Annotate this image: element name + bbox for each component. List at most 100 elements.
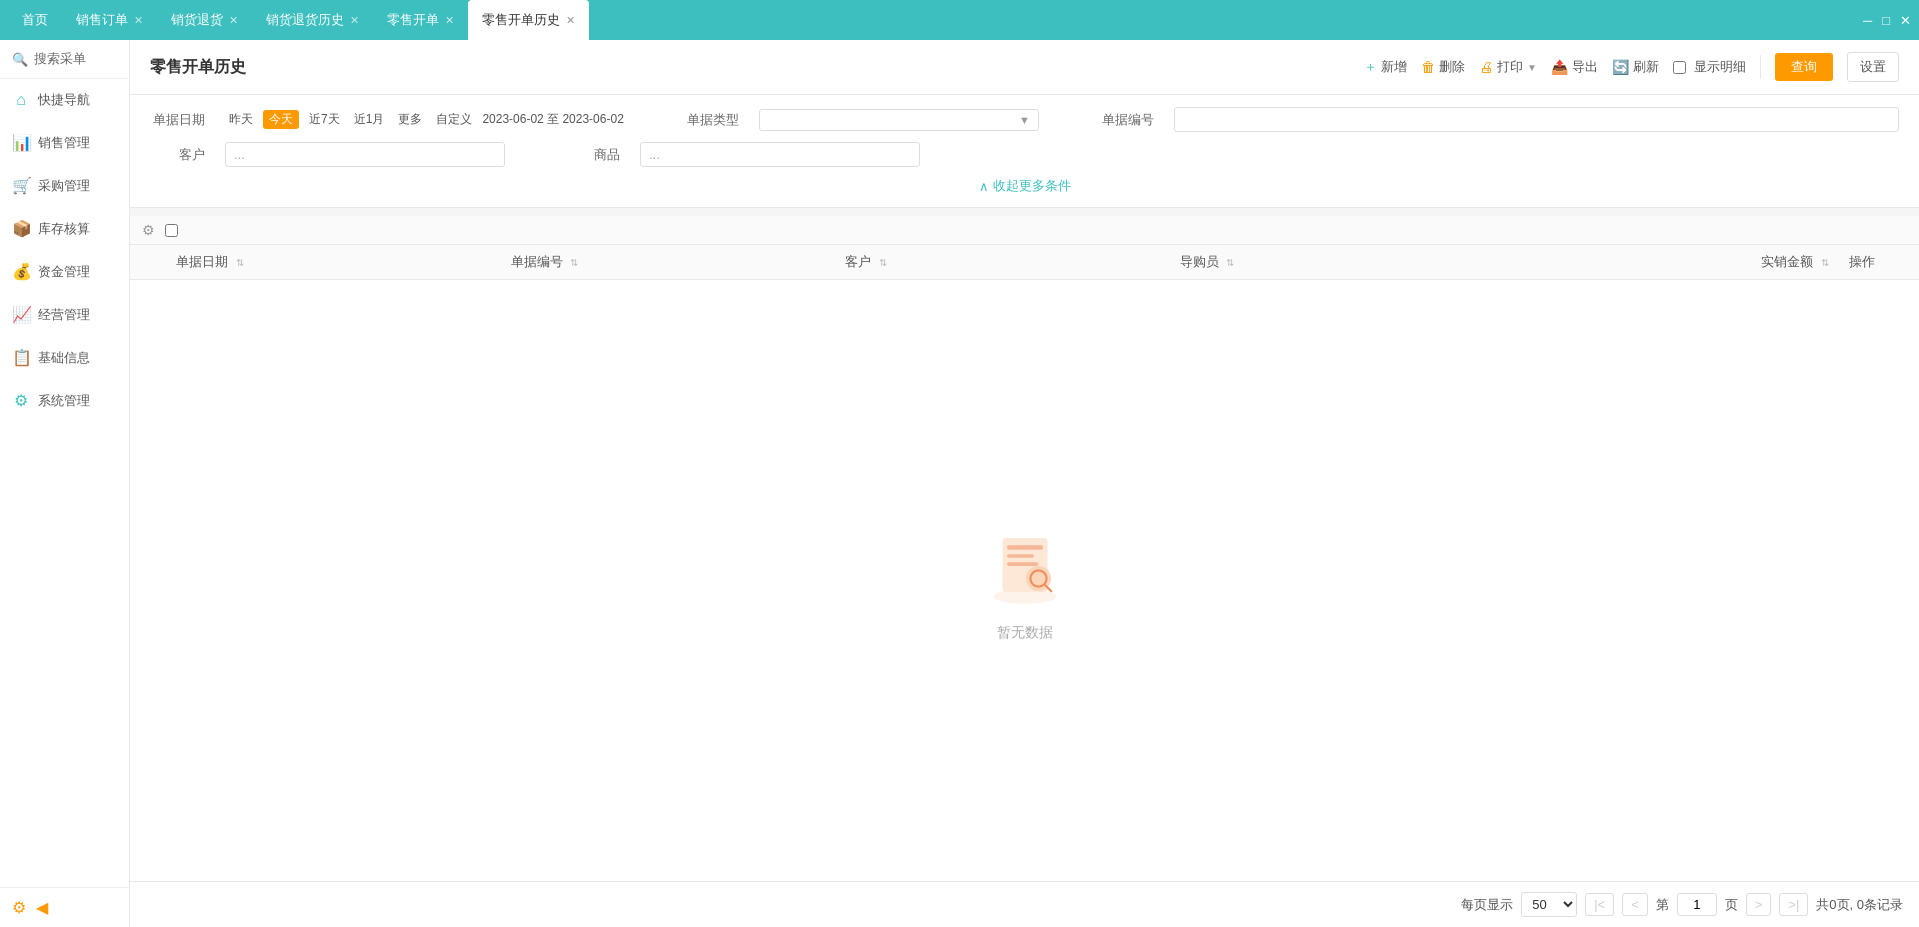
- tab-home-label: 首页: [22, 11, 48, 29]
- th-amount-label: 实销金额: [1761, 254, 1813, 269]
- date-opt-today[interactable]: 今天: [263, 110, 299, 129]
- minimize-button[interactable]: ─: [1863, 13, 1872, 28]
- page-number-input[interactable]: [1677, 893, 1717, 916]
- th-amount-sort-icon[interactable]: ⇅: [1821, 257, 1829, 268]
- search-icon: 🔍: [12, 52, 28, 67]
- date-opt-yesterday[interactable]: 昨天: [225, 110, 257, 129]
- tab-sales-return-history-close[interactable]: ✕: [350, 14, 359, 27]
- sidebar-search[interactable]: 🔍 搜索采单: [0, 40, 129, 79]
- tab-retail-history-close[interactable]: ✕: [566, 14, 575, 27]
- last-page-button[interactable]: >|: [1779, 893, 1808, 916]
- bill-type-arrow-icon: ▼: [1019, 114, 1030, 126]
- page-word: 页: [1725, 896, 1738, 914]
- prev-page-button[interactable]: <: [1622, 893, 1648, 916]
- sidebar-item-quick-nav[interactable]: ⌂ 快捷导航: [0, 79, 129, 121]
- refresh-icon: 🔄: [1612, 59, 1629, 75]
- date-opt-last-month[interactable]: 近1月: [350, 110, 389, 129]
- th-guide: 导购员 ⇅: [1170, 245, 1505, 280]
- add-label: 新增: [1381, 58, 1407, 76]
- bill-type-select[interactable]: ▼: [759, 109, 1039, 131]
- svg-rect-4: [1007, 562, 1039, 566]
- print-icon: 🖨: [1479, 59, 1493, 75]
- purchase-icon: 🛒: [12, 176, 30, 195]
- system-icon: ⚙: [12, 391, 30, 410]
- tab-retail-history[interactable]: 零售开单历史 ✕: [468, 0, 589, 40]
- th-customer-sort-icon[interactable]: ⇅: [879, 257, 887, 268]
- tab-sales-return[interactable]: 销货退货 ✕: [157, 0, 252, 40]
- tab-sales-return-history-label: 销货退货历史: [266, 11, 344, 29]
- collapse-up-icon: ∧: [979, 179, 989, 194]
- th-date-sort-icon[interactable]: ⇅: [236, 257, 244, 268]
- per-page-select[interactable]: 10 20 50 100: [1521, 892, 1577, 917]
- print-button[interactable]: 🖨 打印 ▼: [1479, 58, 1537, 76]
- date-opt-more[interactable]: 更多: [394, 110, 426, 129]
- table-settings-icon[interactable]: ⚙: [142, 222, 155, 238]
- filter-row-2: 客户 ... 商品 ...: [150, 142, 1899, 167]
- tab-retail-open[interactable]: 零售开单 ✕: [373, 0, 468, 40]
- settings-button[interactable]: 设置: [1847, 52, 1899, 82]
- bill-number-input[interactable]: [1174, 107, 1899, 132]
- tab-sales-return-history[interactable]: 销货退货历史 ✕: [252, 0, 373, 40]
- sidebar-item-inventory[interactable]: 📦 库存核算: [0, 207, 129, 250]
- refresh-button[interactable]: 🔄 刷新: [1612, 58, 1659, 76]
- sidebar-item-label: 销售管理: [38, 134, 90, 152]
- sidebar-item-basic-info[interactable]: 📋 基础信息: [0, 336, 129, 379]
- export-button[interactable]: 📤 导出: [1551, 58, 1598, 76]
- customer-label: 客户: [150, 146, 205, 164]
- total-info: 共0页, 0条记录: [1816, 896, 1903, 914]
- table-header-row: 单据日期 ⇅ 单据编号 ⇅ 客户 ⇅: [130, 245, 1919, 280]
- first-page-button[interactable]: |<: [1585, 893, 1614, 916]
- maximize-button[interactable]: □: [1882, 13, 1890, 28]
- tab-sales-order-close[interactable]: ✕: [134, 14, 143, 27]
- collapse-label: 收起更多条件: [993, 177, 1071, 195]
- bill-type-label: 单据类型: [684, 111, 739, 129]
- display-detail-checkbox[interactable]: [1673, 61, 1686, 74]
- tab-retail-open-close[interactable]: ✕: [445, 14, 454, 27]
- th-date: 单据日期 ⇅: [166, 245, 501, 280]
- date-options: 昨天 今天 近7天 近1月 更多 自定义 2023-06-02 至 2023-0…: [225, 110, 624, 129]
- display-detail-label: 显示明细: [1694, 58, 1746, 76]
- bill-number-label: 单据编号: [1099, 111, 1154, 129]
- sidebar-item-label: 采购管理: [38, 177, 90, 195]
- select-all-checkbox[interactable]: [165, 224, 178, 237]
- export-label: 导出: [1572, 58, 1598, 76]
- sidebar-item-sales-mgmt[interactable]: 📊 销售管理: [0, 121, 129, 164]
- date-label: 单据日期: [150, 111, 205, 129]
- query-button[interactable]: 查询: [1775, 53, 1833, 81]
- tab-sales-order[interactable]: 销售订单 ✕: [62, 0, 157, 40]
- basic-info-icon: 📋: [12, 348, 30, 367]
- display-detail-btn[interactable]: 显示明细: [1673, 58, 1746, 76]
- th-number-sort-icon[interactable]: ⇅: [570, 257, 578, 268]
- close-button[interactable]: ✕: [1900, 13, 1911, 28]
- sidebar-item-finance[interactable]: 💰 资金管理: [0, 250, 129, 293]
- main-layout: 🔍 搜索采单 ⌂ 快捷导航 📊 销售管理 🛒 采购管理 📦 库存核算 💰 资金管…: [0, 40, 1919, 927]
- collapse-button[interactable]: ∧ 收起更多条件: [979, 177, 1071, 195]
- sidebar-item-operations[interactable]: 📈 经营管理: [0, 293, 129, 336]
- export-icon: 📤: [1551, 59, 1568, 75]
- page-title: 零售开单历史: [150, 57, 246, 78]
- sidebar-collapse-btn[interactable]: ◀: [36, 898, 48, 917]
- next-page-button[interactable]: >: [1746, 893, 1772, 916]
- home-icon: ⌂: [12, 91, 30, 109]
- date-opt-last7[interactable]: 近7天: [305, 110, 344, 129]
- per-page-label: 每页显示: [1461, 896, 1513, 914]
- th-action-label: 操作: [1849, 254, 1875, 269]
- content-area: 零售开单历史 ＋ 新增 🗑 删除 🖨 打印 ▼ 📤 导出: [130, 40, 1919, 927]
- empty-state: 暂无数据: [130, 280, 1919, 881]
- tab-sales-return-close[interactable]: ✕: [229, 14, 238, 27]
- table-head: 单据日期 ⇅ 单据编号 ⇅ 客户 ⇅: [130, 245, 1919, 280]
- th-guide-sort-icon[interactable]: ⇅: [1226, 257, 1234, 268]
- th-guide-label: 导购员: [1180, 254, 1219, 269]
- sidebar-settings-btn[interactable]: ⚙: [12, 898, 26, 917]
- th-number: 单据编号 ⇅: [501, 245, 836, 280]
- product-placeholder: ...: [649, 147, 911, 162]
- sidebar-item-purchase-mgmt[interactable]: 🛒 采购管理: [0, 164, 129, 207]
- tab-home[interactable]: 首页: [8, 0, 62, 40]
- sales-icon: 📊: [12, 133, 30, 152]
- customer-input[interactable]: ...: [225, 142, 505, 167]
- delete-button[interactable]: 🗑 删除: [1421, 58, 1465, 76]
- add-button[interactable]: ＋ 新增: [1364, 58, 1407, 76]
- date-opt-custom[interactable]: 自定义: [432, 110, 476, 129]
- product-input[interactable]: ...: [640, 142, 920, 167]
- sidebar-item-system[interactable]: ⚙ 系统管理: [0, 379, 129, 422]
